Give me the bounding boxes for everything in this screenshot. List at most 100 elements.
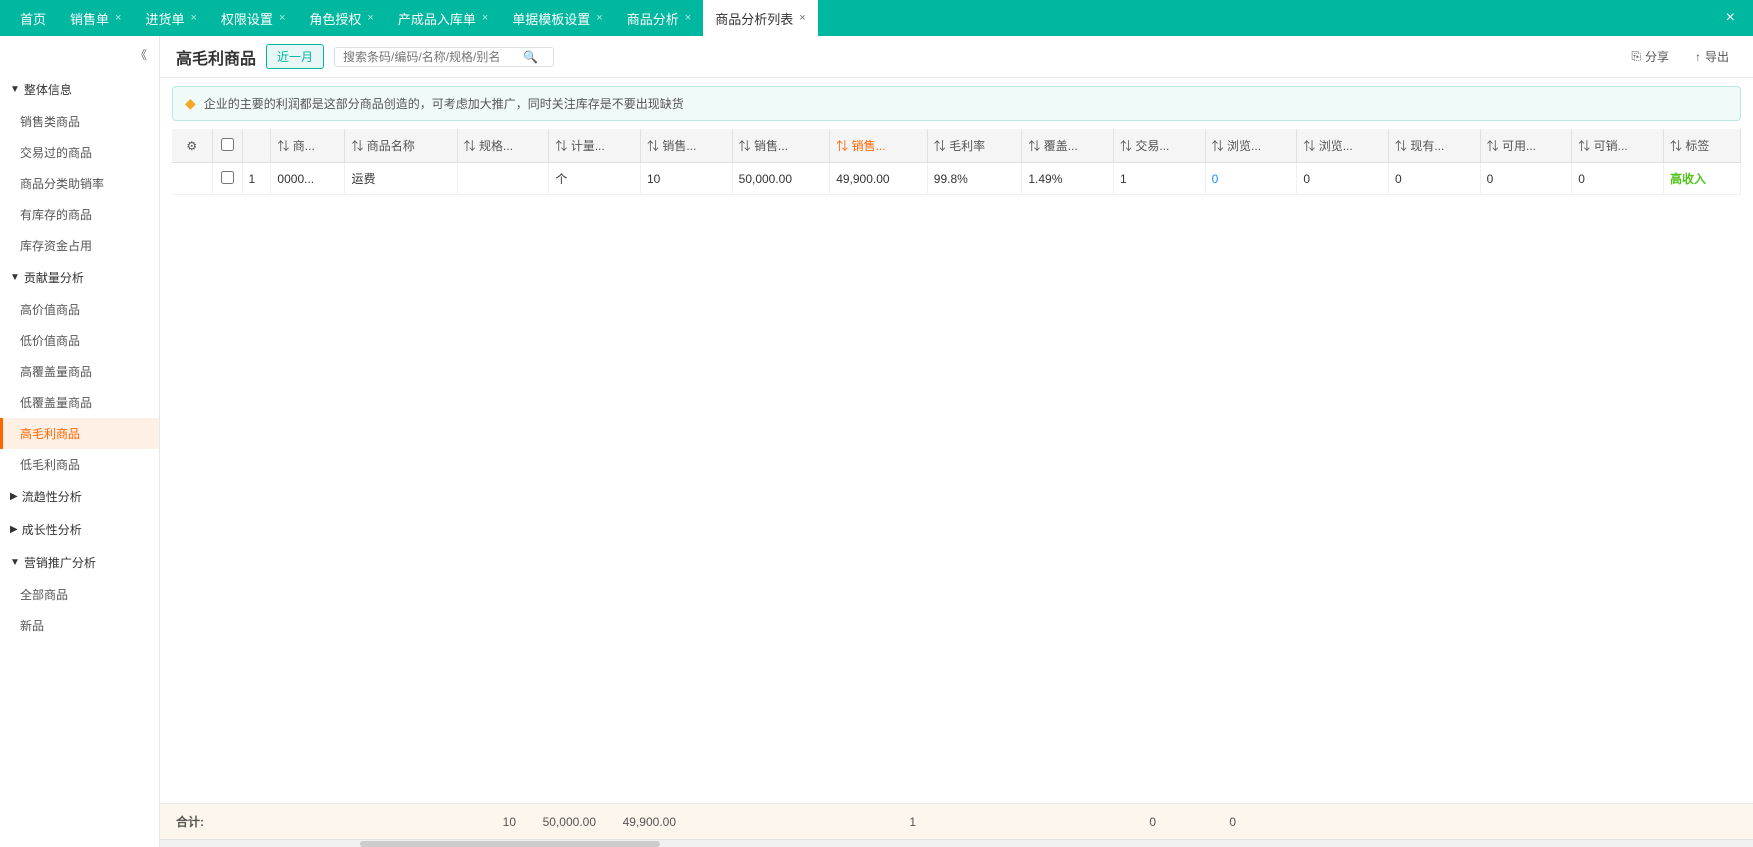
col-unit[interactable]: ⇅ 计量...: [549, 129, 641, 163]
close-role-icon[interactable]: ×: [367, 12, 373, 24]
cell-sellable: 0: [1572, 163, 1664, 195]
close-permission-icon[interactable]: ×: [279, 12, 285, 24]
sidebar-item-in-stock[interactable]: 有库存的商品: [0, 199, 159, 230]
summary-sales-profit: 49,900.00: [604, 815, 684, 829]
cell-spec: [457, 163, 549, 195]
share-button[interactable]: ⎘ 分享: [1623, 45, 1677, 68]
nav-template[interactable]: 单据模板设置 ×: [500, 0, 614, 36]
diamond-icon: ◆: [185, 95, 196, 112]
col-trade[interactable]: ⇅ 交易...: [1114, 129, 1206, 163]
section-arrow-overall: ▼: [10, 84, 20, 95]
sort-icon-spec: ⇅: [464, 139, 476, 153]
sidebar-collapse-button[interactable]: 《: [131, 42, 151, 67]
sidebar-item-high-coverage[interactable]: 高覆盖量商品: [0, 356, 159, 387]
nav-permission[interactable]: 权限设置 ×: [209, 0, 297, 36]
col-code[interactable]: ⇅ 商...: [271, 129, 345, 163]
search-box: 🔍: [334, 47, 554, 67]
search-input[interactable]: [343, 50, 523, 64]
window-close-button[interactable]: ×: [1716, 9, 1745, 27]
col-sellable[interactable]: ⇅ 可销...: [1572, 129, 1664, 163]
nav-purchase[interactable]: 进货单 ×: [133, 0, 208, 36]
summary-available1: 0: [1084, 815, 1164, 829]
col-tag[interactable]: ⇅ 标签: [1663, 129, 1740, 163]
col-sales-qty[interactable]: ⇅ 销售...: [640, 129, 732, 163]
cell-available1: 0: [1388, 163, 1480, 195]
share-icon: ⎘: [1631, 49, 1641, 64]
cell-browse2: 0: [1297, 163, 1389, 195]
settings-icon[interactable]: ⚙: [186, 139, 197, 153]
close-sales-icon[interactable]: ×: [115, 12, 121, 24]
sidebar-item-category-rate[interactable]: 商品分类助销率: [0, 168, 159, 199]
col-settings[interactable]: ⚙: [172, 129, 212, 163]
sidebar-section-trend[interactable]: ▶ 流趋性分析: [0, 480, 159, 513]
close-inbound-icon[interactable]: ×: [482, 12, 488, 24]
col-name[interactable]: ⇅ 商品名称: [345, 129, 457, 163]
nav-sales[interactable]: 销售单 ×: [58, 0, 133, 36]
summary-spacer4: [924, 815, 1004, 829]
horizontal-scrollbar[interactable]: [160, 839, 1753, 847]
scrollbar-thumb[interactable]: [360, 841, 660, 847]
sidebar-item-low-value[interactable]: 低价值商品: [0, 325, 159, 356]
nav-analysis-list[interactable]: 商品分析列表 ×: [703, 0, 817, 36]
col-checkbox[interactable]: [212, 129, 242, 163]
nav-inbound[interactable]: 产成品入库单 ×: [386, 0, 500, 36]
close-template-icon[interactable]: ×: [596, 12, 602, 24]
sort-icon-tag: ⇅: [1670, 139, 1682, 153]
col-available1[interactable]: ⇅ 现有...: [1388, 129, 1480, 163]
row-checkbox[interactable]: [221, 171, 234, 184]
section-arrow-contribution: ▼: [10, 272, 20, 283]
summary-bar: 合计: 10 50,000.00 49,900.00 1 0 0: [160, 803, 1753, 839]
table-row: 1 0000... 运费 个 10 50,000.00 49,900.00 99…: [172, 163, 1741, 195]
summary-spacer2: [684, 815, 764, 829]
col-coverage[interactable]: ⇅ 覆盖...: [1022, 129, 1114, 163]
sidebar-section-contribution[interactable]: ▼ 贡献量分析: [0, 261, 159, 294]
sidebar-item-low-coverage[interactable]: 低覆盖量商品: [0, 387, 159, 418]
nav-role[interactable]: 角色授权 ×: [297, 0, 385, 36]
col-gross-rate[interactable]: ⇅ 毛利率: [927, 129, 1022, 163]
filter-recent-month-button[interactable]: 近一月: [266, 44, 324, 69]
sort-icon: ⇅: [277, 139, 289, 153]
summary-sales-qty: 10: [444, 815, 524, 829]
cell-checkbox[interactable]: [212, 163, 242, 195]
cell-browse1[interactable]: 0: [1205, 163, 1297, 195]
cell-code: 0000...: [271, 163, 345, 195]
sidebar-item-stock-capital[interactable]: 库存资金占用: [0, 230, 159, 261]
export-button[interactable]: ↑ 导出: [1687, 45, 1737, 68]
sidebar-item-sales-goods[interactable]: 销售类商品: [0, 106, 159, 137]
col-browse2[interactable]: ⇅ 浏览...: [1297, 129, 1389, 163]
close-analysis-list-icon[interactable]: ×: [799, 12, 805, 24]
sidebar-section-marketing[interactable]: ▼ 营销推广分析: [0, 546, 159, 579]
sort-icon-browse2: ⇅: [1303, 139, 1315, 153]
table-container[interactable]: ⚙ ⇅ 商... ⇅ 商品名称 ⇅ 规格... ⇅ 计量... ⇅ 销售... …: [160, 129, 1753, 803]
sort-icon-salesprofit: ⇅: [836, 139, 848, 153]
sidebar-item-all-goods[interactable]: 全部商品: [0, 579, 159, 610]
summary-available2: 0: [1164, 815, 1244, 829]
sidebar-item-high-margin[interactable]: 高毛利商品: [0, 418, 159, 449]
close-purchase-icon[interactable]: ×: [190, 12, 196, 24]
sidebar-item-traded-goods[interactable]: 交易过的商品: [0, 137, 159, 168]
search-icon[interactable]: 🔍: [523, 50, 538, 64]
col-browse1[interactable]: ⇅ 浏览...: [1205, 129, 1297, 163]
nav-home[interactable]: 首页: [8, 0, 58, 36]
main-layout: 《 ▼ 整体信息 销售类商品 交易过的商品 商品分类助销率 有库存的商品 库存资…: [0, 36, 1753, 847]
nav-analysis[interactable]: 商品分析 ×: [615, 0, 703, 36]
cell-gross-rate: 99.8%: [927, 163, 1022, 195]
sidebar-section-growth[interactable]: ▶ 成长性分析: [0, 513, 159, 546]
sidebar-item-low-margin[interactable]: 低毛利商品: [0, 449, 159, 480]
col-sales-profit[interactable]: ⇅ 销售...: [830, 129, 928, 163]
sidebar-item-high-value[interactable]: 高价值商品: [0, 294, 159, 325]
summary-values: 10 50,000.00 49,900.00 1 0 0: [244, 815, 1244, 829]
cell-trade: 1: [1114, 163, 1206, 195]
close-analysis-icon[interactable]: ×: [685, 12, 691, 24]
cell-available2: 0: [1480, 163, 1572, 195]
col-available2[interactable]: ⇅ 可用...: [1480, 129, 1572, 163]
sidebar-item-new-goods[interactable]: 新品: [0, 610, 159, 641]
sidebar-section-overall[interactable]: ▼ 整体信息: [0, 73, 159, 106]
col-spec[interactable]: ⇅ 规格...: [457, 129, 549, 163]
col-sales-amt[interactable]: ⇅ 销售...: [732, 129, 830, 163]
cell-settings: [172, 163, 212, 195]
cell-coverage: 1.49%: [1022, 163, 1114, 195]
select-all-checkbox[interactable]: [221, 138, 234, 151]
top-nav: 首页 销售单 × 进货单 × 权限设置 × 角色授权 × 产成品入库单 × 单据…: [0, 0, 1753, 36]
sidebar: 《 ▼ 整体信息 销售类商品 交易过的商品 商品分类助销率 有库存的商品 库存资…: [0, 36, 160, 847]
